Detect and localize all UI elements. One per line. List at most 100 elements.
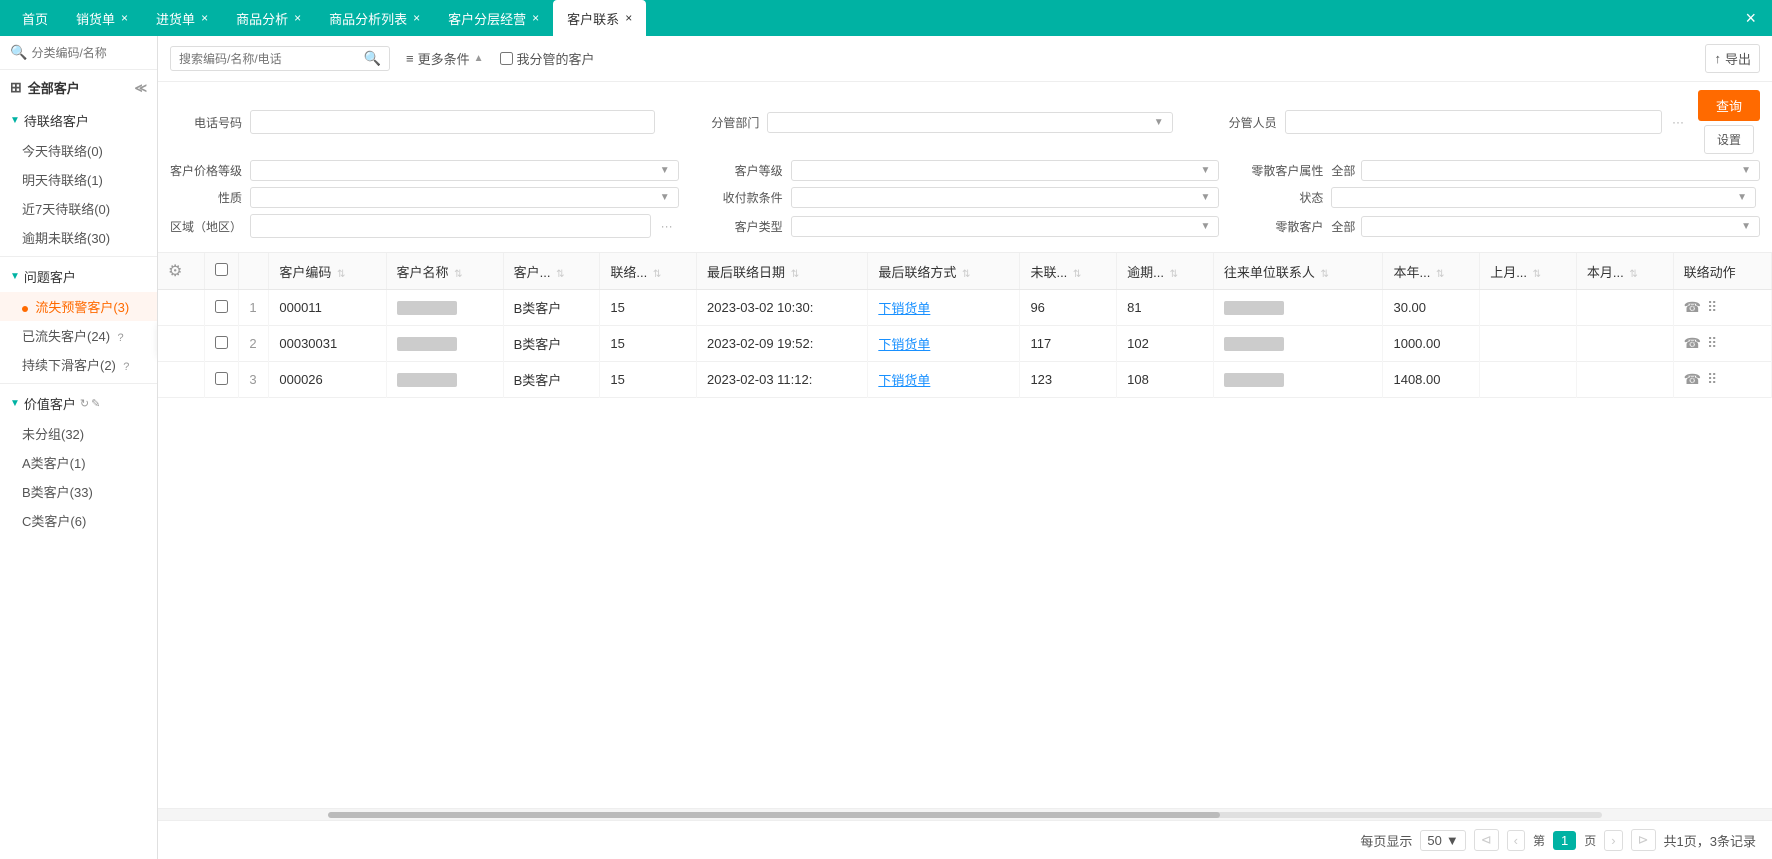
prev-page-btn[interactable]: ‹ xyxy=(1507,830,1525,851)
action-more-1[interactable]: ⠿ xyxy=(1707,335,1717,352)
sidebar-item-churn-warning[interactable]: 流失预警客户(3) xyxy=(0,292,157,321)
sidebar-item-ungrouped[interactable]: 未分组(32) xyxy=(0,419,157,448)
action-contact-0[interactable]: ☎ xyxy=(1684,299,1701,316)
filter-select-retail-customer[interactable]: ▼ xyxy=(1361,216,1760,237)
refresh-icon[interactable]: ↻ xyxy=(80,397,89,410)
tab-purchase[interactable]: 进货单 × xyxy=(142,0,222,36)
sidebar-item-class-a[interactable]: A类客户(1) xyxy=(0,448,157,477)
action-contact-2[interactable]: ☎ xyxy=(1684,371,1701,388)
th-name: 客户名称 ⇅ xyxy=(386,253,503,290)
contact-way-link-2[interactable]: 下销货单 xyxy=(878,373,930,388)
cell-check-0 xyxy=(205,290,239,326)
filter-select-status[interactable]: ▼ xyxy=(1331,187,1756,208)
filter-label-dept: 分管部门 xyxy=(687,114,767,131)
export-button[interactable]: ↑ 导出 xyxy=(1705,44,1760,73)
sidebar-section-problem[interactable]: ▼ 问题客户 xyxy=(0,261,157,292)
my-customer-checkbox-area[interactable]: 我分管的客户 xyxy=(500,49,595,68)
sidebar-item-overdue[interactable]: 逾期未联络(30) xyxy=(0,223,157,252)
filter-select-payment[interactable]: ▼ xyxy=(791,187,1220,208)
tab-analysis[interactable]: 商品分析 × xyxy=(222,0,315,36)
sort-person-icon: ⇅ xyxy=(1321,269,1329,280)
filter-more-region-btn[interactable]: ··· xyxy=(655,219,679,233)
tab-home[interactable]: 首页 xyxy=(8,0,62,36)
first-page-btn[interactable]: ⊲ xyxy=(1474,829,1499,851)
filter-select-nature[interactable]: ▼ xyxy=(250,187,679,208)
status-arrow-icon: ▼ xyxy=(1737,192,1747,203)
my-customer-checkbox[interactable] xyxy=(500,52,513,65)
sidebar-search-input[interactable] xyxy=(31,46,147,60)
sidebar-item-7days[interactable]: 近7天待联络(0) xyxy=(0,194,157,223)
cell-action-1: ☎ ⠿ xyxy=(1673,326,1771,362)
setting-button[interactable]: 设置 xyxy=(1704,125,1754,154)
filter-label-person: 分管人员 xyxy=(1205,114,1285,131)
sidebar-item-tomorrow[interactable]: 明天待联络(1) xyxy=(0,165,157,194)
table-row: 2 00030031 B类客户 15 2023-02-09 19:52: 下销货… xyxy=(158,326,1772,362)
th-checkbox xyxy=(205,253,239,290)
contact-way-link-0[interactable]: 下销货单 xyxy=(878,301,930,316)
filter-label-payment: 收付款条件 xyxy=(711,189,791,206)
action-more-2[interactable]: ⠿ xyxy=(1707,371,1717,388)
search-input[interactable] xyxy=(179,52,364,66)
sidebar-item-churned[interactable]: 已流失客户(24) ? xyxy=(0,321,157,350)
filter-select-dept[interactable]: ▼ xyxy=(767,112,1172,133)
tab-sales[interactable]: 销货单 × xyxy=(62,0,142,36)
tab-close-customer-tier[interactable]: × xyxy=(532,11,539,25)
cell-check-2 xyxy=(205,362,239,398)
cell-gear-1 xyxy=(158,326,205,362)
th-last-month: 上月... ⇅ xyxy=(1480,253,1577,290)
action-more-0[interactable]: ⠿ xyxy=(1707,299,1717,316)
tab-close-analysis[interactable]: × xyxy=(294,11,301,25)
filter-row-4: 区域（地区） ··· 客户类型 ▼ 零散客户 全部 xyxy=(170,214,1760,238)
page-size-select[interactable]: 50 ▼ xyxy=(1420,830,1465,851)
action-contact-1[interactable]: ☎ xyxy=(1684,335,1701,352)
filter-input-region[interactable] xyxy=(250,214,651,238)
filter-select-retail-attr[interactable]: ▼ xyxy=(1361,160,1760,181)
window-close-button[interactable]: × xyxy=(1737,8,1764,29)
gear-icon[interactable]: ⚙ xyxy=(168,263,182,280)
filter-btn[interactable]: ≡ 更多条件 ▲ xyxy=(398,46,492,71)
row-checkbox-1[interactable] xyxy=(215,336,228,349)
edit-icon[interactable]: ✎ xyxy=(91,397,100,410)
query-button[interactable]: 查询 xyxy=(1698,90,1760,121)
next-page-btn[interactable]: › xyxy=(1604,830,1622,851)
tab-customer-contact[interactable]: 客户联系 × xyxy=(553,0,646,36)
filter-select-price-level[interactable]: ▼ xyxy=(250,160,679,181)
sidebar-collapse-btn[interactable]: ≪ xyxy=(134,81,147,95)
sidebar-all-customers[interactable]: ⊞ 全部客户 ≪ xyxy=(0,70,157,105)
sidebar-section-value[interactable]: ▼ 价值客户 ↻ ✎ xyxy=(0,388,157,419)
tab-bar: 首页 销货单 × 进货单 × 商品分析 × 商品分析列表 × 客户分层经营 × … xyxy=(0,0,1772,36)
cell-code-1: 00030031 xyxy=(269,326,386,362)
filter-label-nature: 性质 xyxy=(170,189,250,206)
contact-way-link-1[interactable]: 下销货单 xyxy=(878,337,930,352)
tab-close-purchase[interactable]: × xyxy=(201,11,208,25)
tab-close-sales[interactable]: × xyxy=(121,11,128,25)
tab-close-analysis-list[interactable]: × xyxy=(413,11,420,25)
sidebar-item-class-c[interactable]: C类客户(6) xyxy=(0,506,157,535)
filter-input-phone[interactable] xyxy=(250,110,655,134)
filter-field-retail-attr: 零散客户属性 全部 ▼ xyxy=(1251,160,1760,181)
filter-more-person-btn[interactable]: ··· xyxy=(1666,115,1690,129)
horizontal-scrollbar[interactable] xyxy=(158,808,1772,820)
tab-close-customer-contact[interactable]: × xyxy=(625,11,632,25)
sidebar-item-declining[interactable]: 持续下滑客户(2) ? xyxy=(0,350,157,379)
sidebar-item-today[interactable]: 今天待联络(0) xyxy=(0,136,157,165)
row-checkbox-2[interactable] xyxy=(215,372,228,385)
filter-select-level[interactable]: ▼ xyxy=(791,160,1220,181)
sidebar-item-class-b[interactable]: B类客户(33) xyxy=(0,477,157,506)
tab-analysis-list[interactable]: 商品分析列表 × xyxy=(315,0,434,36)
select-all-checkbox[interactable] xyxy=(215,263,228,276)
last-page-btn[interactable]: ⊳ xyxy=(1631,829,1656,851)
cell-index-2: 3 xyxy=(239,362,269,398)
search-icon[interactable]: 🔍 xyxy=(364,50,381,67)
row-checkbox-0[interactable] xyxy=(215,300,228,313)
filter-input-person[interactable] xyxy=(1285,110,1662,134)
per-page-label: 每页显示 xyxy=(1360,831,1412,850)
sidebar-divider-1 xyxy=(0,256,157,257)
scrollbar-thumb[interactable] xyxy=(328,812,1220,818)
tab-customer-tier[interactable]: 客户分层经营 × xyxy=(434,0,553,36)
active-dot xyxy=(22,306,28,312)
filter-select-customer-type[interactable]: ▼ xyxy=(791,216,1220,237)
sidebar-section-pending[interactable]: ▼ 待联络客户 xyxy=(0,105,157,136)
cell-contact-1: 15 xyxy=(600,326,697,362)
sort-type-icon: ⇅ xyxy=(556,269,564,280)
